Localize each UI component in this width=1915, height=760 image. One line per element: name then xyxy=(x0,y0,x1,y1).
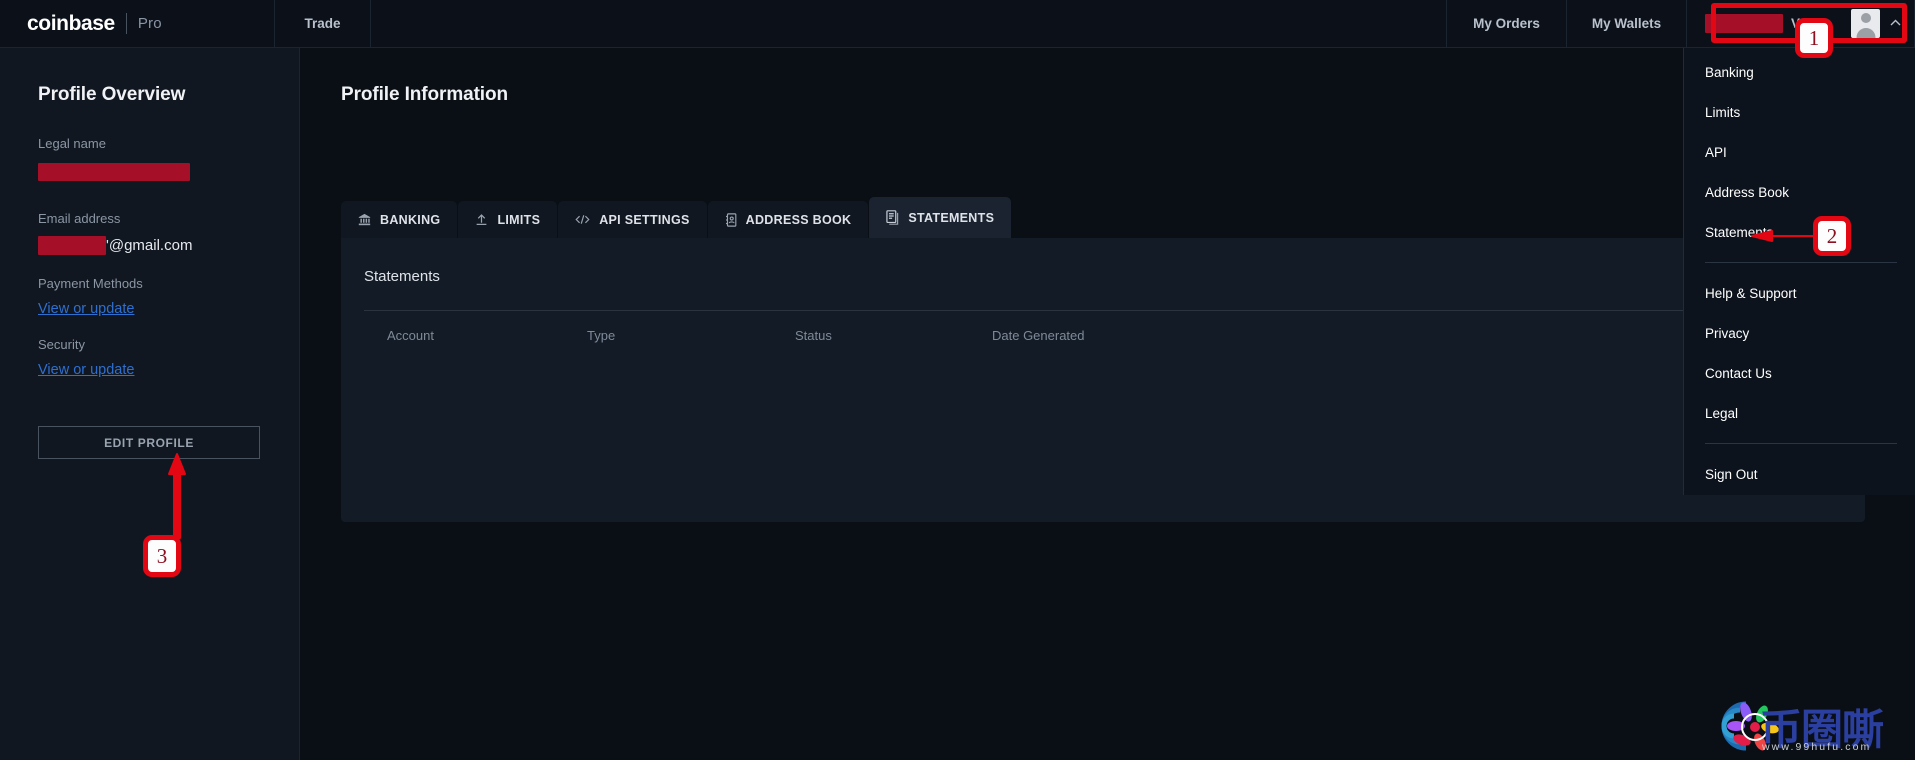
annotation-arrow-3 xyxy=(168,453,186,539)
avatar xyxy=(1851,9,1880,38)
tab-limits[interactable]: LIMITS xyxy=(458,201,558,238)
nav-item-my-orders-label: My Orders xyxy=(1473,16,1540,31)
field-security: Security View or update xyxy=(0,337,299,379)
menu-item-help-support-label: Help & Support xyxy=(1705,285,1797,301)
nav-spacer xyxy=(371,0,1447,47)
brand-divider xyxy=(125,13,127,34)
nav-item-trade[interactable]: Trade xyxy=(275,0,371,47)
tab-address-book[interactable]: ADDRESS BOOK xyxy=(707,201,869,238)
app-root: coinbase Pro Trade My Orders My Wallets … xyxy=(0,0,1915,760)
legal-name-label: Legal name xyxy=(38,136,106,151)
legal-name-redaction xyxy=(38,163,190,181)
menu-item-help-support[interactable]: Help & Support xyxy=(1684,273,1915,313)
email-address-label: Email address xyxy=(38,211,121,226)
field-payment-methods: Payment Methods View or update xyxy=(0,276,299,318)
redacted-username-bar xyxy=(1705,14,1783,33)
annotation-marker-2-label: 2 xyxy=(1826,223,1838,248)
statements-card: Statements ALL Account Type Status Date … xyxy=(341,238,1865,522)
upload-icon xyxy=(475,213,488,226)
column-header-date-generated: Date Generated xyxy=(992,328,1085,343)
nav-item-my-orders[interactable]: My Orders xyxy=(1447,0,1567,47)
address-book-icon xyxy=(725,212,737,227)
menu-item-address-book[interactable]: Address Book xyxy=(1684,172,1915,212)
tab-banking-label: BANKING xyxy=(380,212,441,227)
menu-item-banking-label: Banking xyxy=(1705,64,1754,80)
sidebar: Profile Overview Legal name Email addres… xyxy=(0,48,300,760)
tab-statements[interactable]: STATEMENTS xyxy=(869,197,1012,238)
email-value-row: '@gmail.com xyxy=(38,236,299,255)
menu-divider-2 xyxy=(1705,443,1897,444)
menu-item-api-label: API xyxy=(1705,144,1727,160)
tab-address-book-label: ADDRESS BOOK xyxy=(745,212,852,227)
annotation-arrow-2 xyxy=(1751,230,1814,242)
nav-item-trade-label: Trade xyxy=(304,16,341,31)
edit-profile-button[interactable]: EDIT PROFILE xyxy=(38,426,260,459)
security-link[interactable]: View or update xyxy=(38,362,134,378)
menu-item-privacy[interactable]: Privacy xyxy=(1684,313,1915,353)
main-content: Profile Information BANKING LIMITS API S… xyxy=(300,48,1915,760)
statements-table-header: Account Type Status Date Generated xyxy=(341,311,1865,343)
menu-item-legal-label: Legal xyxy=(1705,405,1739,421)
annotation-marker-1-label: 1 xyxy=(1808,25,1820,50)
menu-item-sign-out[interactable]: Sign Out xyxy=(1684,454,1915,494)
field-email-address: Email address '@gmail.com xyxy=(0,211,299,255)
column-header-type: Type xyxy=(587,328,616,343)
menu-divider-1 xyxy=(1705,262,1897,263)
menu-item-legal[interactable]: Legal xyxy=(1684,393,1915,433)
menu-item-contact-us[interactable]: Contact Us xyxy=(1684,353,1915,393)
tab-statements-label: STATEMENTS xyxy=(908,210,995,225)
email-address-value: '@gmail.com xyxy=(106,237,193,254)
column-header-status: Status xyxy=(795,328,832,343)
menu-item-privacy-label: Privacy xyxy=(1705,325,1750,341)
annotation-marker-2: 2 xyxy=(1813,216,1851,256)
annotation-marker-3-label: 3 xyxy=(156,543,168,568)
code-icon xyxy=(575,213,590,226)
tab-api-settings[interactable]: API SETTINGS xyxy=(558,201,707,238)
document-icon xyxy=(886,210,899,225)
menu-item-contact-us-label: Contact Us xyxy=(1705,365,1772,381)
menu-item-limits-label: Limits xyxy=(1705,104,1741,120)
tab-api-settings-label: API SETTINGS xyxy=(599,212,690,227)
brand-coinbase-text: coinbase xyxy=(27,11,115,35)
menu-item-address-book-label: Address Book xyxy=(1705,184,1790,200)
brand-logo[interactable]: coinbase Pro xyxy=(0,0,275,47)
tab-limits-label: LIMITS xyxy=(497,212,541,227)
statements-card-title: Statements xyxy=(364,268,440,285)
annotation-marker-3: 3 xyxy=(143,535,181,577)
menu-item-banking[interactable]: Banking xyxy=(1684,52,1915,92)
bank-icon xyxy=(358,213,371,226)
menu-item-sign-out-label: Sign Out xyxy=(1705,466,1758,482)
menu-item-limits[interactable]: Limits xyxy=(1684,92,1915,132)
annotation-marker-1: 1 xyxy=(1795,18,1833,58)
statements-card-header: Statements ALL xyxy=(341,238,1865,293)
menu-item-api[interactable]: API xyxy=(1684,132,1915,172)
tab-banking[interactable]: BANKING xyxy=(341,201,458,238)
edit-profile-button-label: EDIT PROFILE xyxy=(104,435,194,450)
email-redaction xyxy=(38,236,106,255)
field-legal-name: Legal name xyxy=(0,136,299,181)
payment-methods-label: Payment Methods xyxy=(38,276,143,291)
tab-bar: BANKING LIMITS API SETTINGS ADDRESS BOOK… xyxy=(341,197,1012,238)
page-title: Profile Information xyxy=(341,84,508,105)
top-navigation-bar: coinbase Pro Trade My Orders My Wallets … xyxy=(0,0,1915,48)
column-header-account: Account xyxy=(387,328,434,343)
brand-pro-text: Pro xyxy=(137,15,162,32)
user-dropdown-menu: Banking Limits API Address Book Statemen… xyxy=(1683,48,1915,495)
nav-item-my-wallets[interactable]: My Wallets xyxy=(1567,0,1687,47)
nav-item-my-wallets-label: My Wallets xyxy=(1591,16,1662,31)
sidebar-title: Profile Overview xyxy=(38,84,186,105)
watermark-url: www.99hufu.com xyxy=(1762,741,1872,753)
security-label: Security xyxy=(38,337,85,352)
chevron-up-icon xyxy=(1888,18,1902,30)
watermark: 币圈嘶子 www.99hufu.com xyxy=(1700,694,1912,758)
payment-methods-link[interactable]: View or update xyxy=(38,301,134,317)
